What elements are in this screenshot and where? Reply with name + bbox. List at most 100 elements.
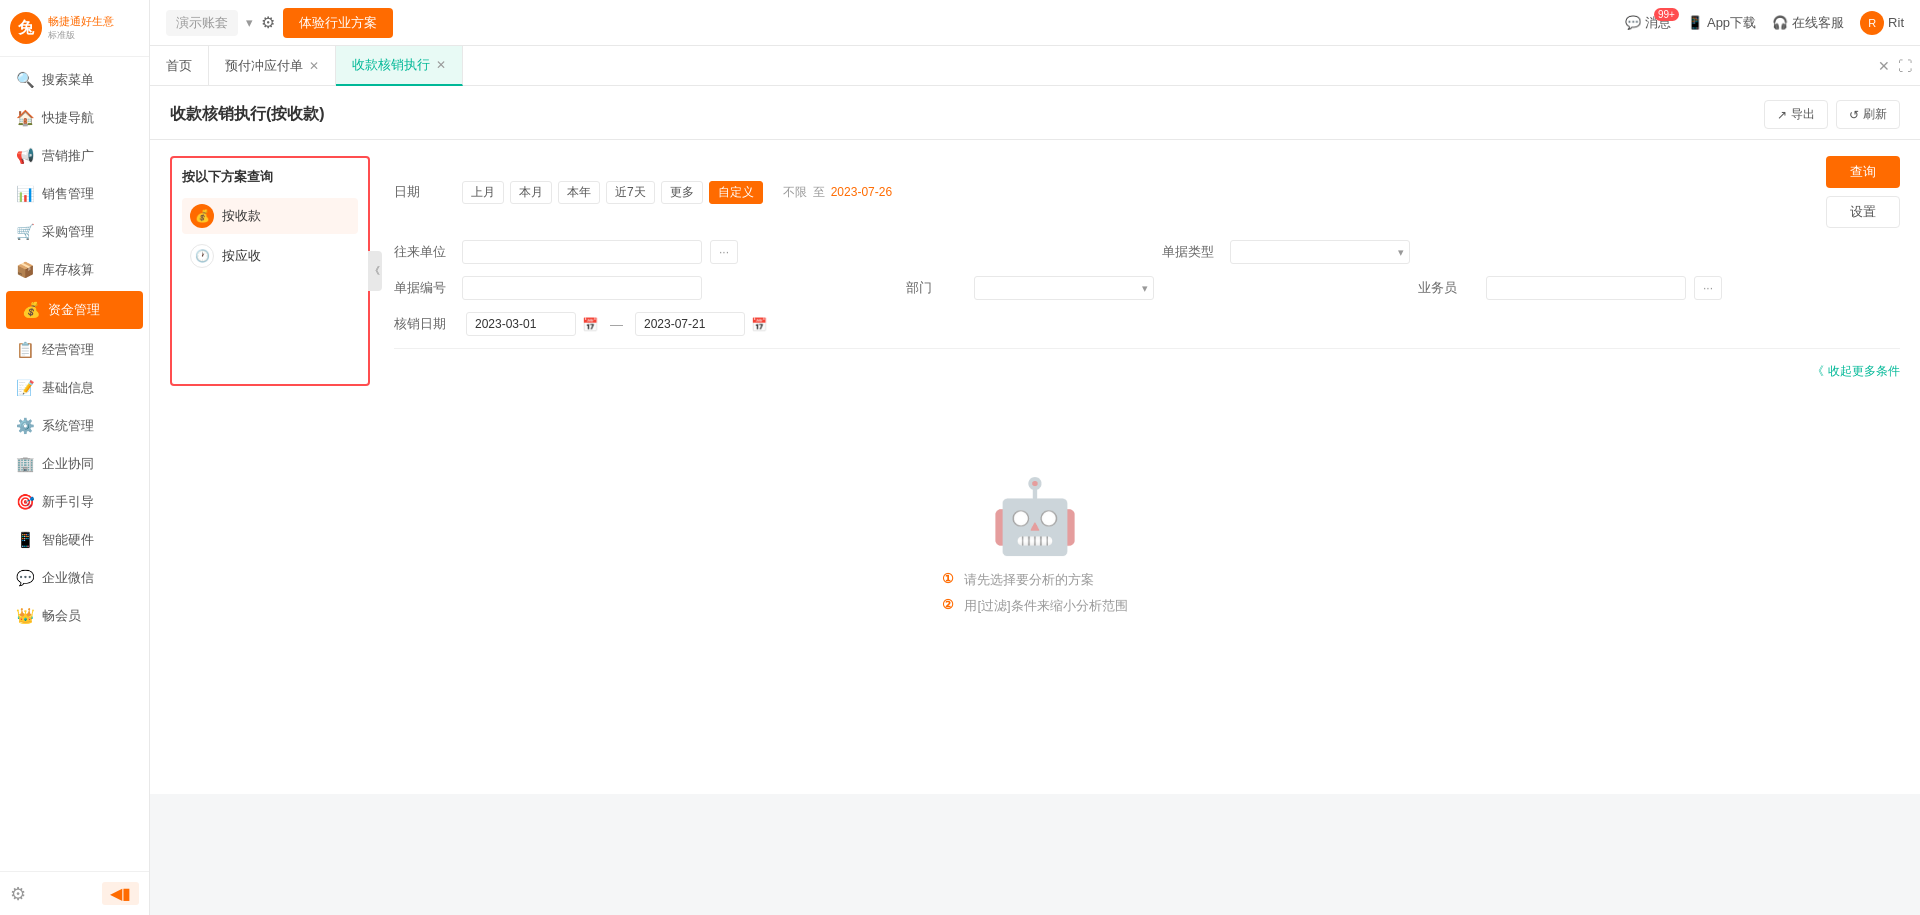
filter-row-3: 单据编号 部门 业务员 ··· (394, 276, 1900, 300)
search-icon: 🔍 (16, 71, 34, 89)
solution-button[interactable]: 体验行业方案 (283, 8, 393, 38)
date-this-year[interactable]: 本年 (558, 181, 600, 204)
sidebar-item-guide[interactable]: 🎯 新手引导 (0, 483, 149, 521)
sidebar-item-operations[interactable]: 📋 经营管理 (0, 331, 149, 369)
tab-receivables-label: 收款核销执行 (352, 56, 430, 74)
empty-hint-1: ① 请先选择要分析的方案 (942, 571, 1094, 589)
collapse-sidebar-btn[interactable]: ◀▮ (102, 882, 139, 905)
date-last-7-days[interactable]: 近7天 (606, 181, 655, 204)
tab-prepay-close[interactable]: ✕ (309, 59, 319, 73)
doc-number-input[interactable] (462, 276, 702, 300)
export-button[interactable]: ↗ 导出 (1764, 100, 1828, 129)
doc-number-filter: 单据编号 (394, 276, 876, 300)
tabs-actions: ✕ ⛶ (1870, 58, 1920, 74)
sidebar-item-label: 库存核算 (42, 261, 94, 279)
date-last-month[interactable]: 上月 (462, 181, 504, 204)
sidebar-item-member[interactable]: 👑 畅会员 (0, 597, 149, 635)
close-tab-icon[interactable]: ✕ (1878, 58, 1890, 74)
query-option-by-receipt[interactable]: 💰 按收款 (182, 198, 358, 234)
sidebar-item-finance[interactable]: 💰 资金管理 (6, 291, 143, 329)
collapse-more-row: 《 收起更多条件 (394, 348, 1900, 386)
online-service-button[interactable]: 🎧 在线客服 (1772, 14, 1844, 32)
date-this-month[interactable]: 本月 (510, 181, 552, 204)
writeoff-date-label: 核销日期 (394, 315, 454, 333)
sidebar-item-purchase[interactable]: 🛒 采购管理 (0, 213, 149, 251)
dept-filter: 部门 (906, 276, 1388, 300)
logo-badge: 标准版 (48, 29, 114, 42)
user-profile[interactable]: R Rit (1860, 11, 1904, 35)
writeoff-date-end-group: 📅 (635, 312, 767, 336)
staff-ellipsis[interactable]: ··· (1694, 276, 1722, 300)
member-icon: 👑 (16, 607, 34, 625)
doc-type-select[interactable] (1230, 240, 1410, 264)
sidebar-item-quick-nav[interactable]: 🏠 快捷导航 (0, 99, 149, 137)
collapse-panel-btn[interactable]: 《 (368, 251, 382, 291)
tab-receivables-close[interactable]: ✕ (436, 58, 446, 72)
sidebar-item-enterprise[interactable]: 🏢 企业协同 (0, 445, 149, 483)
chevron-down-icon[interactable]: ▾ (246, 15, 253, 30)
settings-icon[interactable]: ⚙ (261, 13, 275, 32)
mobile-icon: 📱 (1687, 15, 1703, 30)
sidebar-item-label: 销售管理 (42, 185, 94, 203)
query-panel-title: 按以下方案查询 (182, 168, 358, 186)
messages-button[interactable]: 💬 消息 99+ (1625, 14, 1671, 32)
sidebar-item-basic-info[interactable]: 📝 基础信息 (0, 369, 149, 407)
date-custom[interactable]: 自定义 (709, 181, 763, 204)
app-download-button[interactable]: 📱 App下载 (1687, 14, 1756, 32)
enterprise-icon: 🏢 (16, 455, 34, 473)
inventory-icon: 📦 (16, 261, 34, 279)
dept-label: 部门 (906, 279, 966, 297)
date-more[interactable]: 更多 (661, 181, 703, 204)
username: Rit (1888, 15, 1904, 30)
tabs-bar: 首页 预付冲应付单 ✕ 收款核销执行 ✕ ✕ ⛶ (150, 46, 1920, 86)
query-button[interactable]: 查询 (1826, 156, 1900, 188)
sidebar-item-label: 搜索菜单 (42, 71, 94, 89)
topbar-right: 💬 消息 99+ 📱 App下载 🎧 在线客服 R Rit (1625, 11, 1904, 35)
dept-select-wrapper (974, 276, 1154, 300)
staff-input[interactable] (1486, 276, 1686, 300)
purchase-icon: 🛒 (16, 223, 34, 241)
refresh-button[interactable]: ↺ 刷新 (1836, 100, 1900, 129)
query-panel: 按以下方案查询 💰 按收款 🕐 按应收 《 (170, 156, 370, 386)
counterpart-filter: 往来单位 ··· (394, 240, 1132, 264)
writeoff-date-start-input[interactable] (466, 312, 576, 336)
counterpart-input[interactable] (462, 240, 702, 264)
logo-text: 畅捷通好生意 (48, 14, 114, 28)
tab-prepay[interactable]: 预付冲应付单 ✕ (209, 46, 336, 86)
sidebar-item-hardware[interactable]: 📱 智能硬件 (0, 521, 149, 559)
operations-icon: 📋 (16, 341, 34, 359)
query-actions: 查询 设置 (1826, 156, 1900, 228)
settings-gear-icon[interactable]: ⚙ (10, 883, 26, 905)
basic-info-icon: 📝 (16, 379, 34, 397)
sidebar-item-marketing[interactable]: 📢 营销推广 (0, 137, 149, 175)
date-quick-options: 上月 本月 本年 近7天 更多 自定义 (462, 181, 763, 204)
company-name: 演示账套 (166, 10, 238, 36)
collapse-more-btn[interactable]: 《 收起更多条件 (1812, 357, 1900, 386)
sidebar-item-label: 快捷导航 (42, 109, 94, 127)
sidebar-item-inventory[interactable]: 📦 库存核算 (0, 251, 149, 289)
sidebar-item-system[interactable]: ⚙️ 系统管理 (0, 407, 149, 445)
sidebar-item-wechat[interactable]: 💬 企业微信 (0, 559, 149, 597)
writeoff-date-end-input[interactable] (635, 312, 745, 336)
counterpart-ellipsis[interactable]: ··· (710, 240, 738, 264)
tab-home[interactable]: 首页 (150, 46, 209, 86)
tab-receivables[interactable]: 收款核销执行 ✕ (336, 46, 463, 86)
expand-tab-icon[interactable]: ⛶ (1898, 58, 1912, 74)
home-icon: 🏠 (16, 109, 34, 127)
date-filter: 日期 上月 本月 本年 近7天 更多 自定义 (394, 181, 763, 204)
sidebar: 兔 畅捷通好生意 标准版 🔍 搜索菜单 🏠 快捷导航 📢 营销推广 📊 销售管理… (0, 0, 150, 915)
sidebar-item-search[interactable]: 🔍 搜索菜单 (0, 61, 149, 99)
sidebar-item-label: 企业协同 (42, 455, 94, 473)
calendar-end-icon[interactable]: 📅 (751, 317, 767, 332)
calendar-start-icon[interactable]: 📅 (582, 317, 598, 332)
sidebar-item-label: 基础信息 (42, 379, 94, 397)
setting-button[interactable]: 设置 (1826, 196, 1900, 228)
dept-select[interactable] (974, 276, 1154, 300)
sidebar-item-sales[interactable]: 📊 销售管理 (0, 175, 149, 213)
empty-hints: ① 请先选择要分析的方案 ② 用[过滤]条件来缩小分析范围 (942, 571, 1127, 615)
query-option-by-receivable[interactable]: 🕐 按应收 (182, 238, 358, 274)
guide-icon: 🎯 (16, 493, 34, 511)
query-option-receivable-label: 按应收 (222, 247, 261, 265)
receivable-icon: 🕐 (190, 244, 214, 268)
empty-hint-2: ② 用[过滤]条件来缩小分析范围 (942, 597, 1127, 615)
